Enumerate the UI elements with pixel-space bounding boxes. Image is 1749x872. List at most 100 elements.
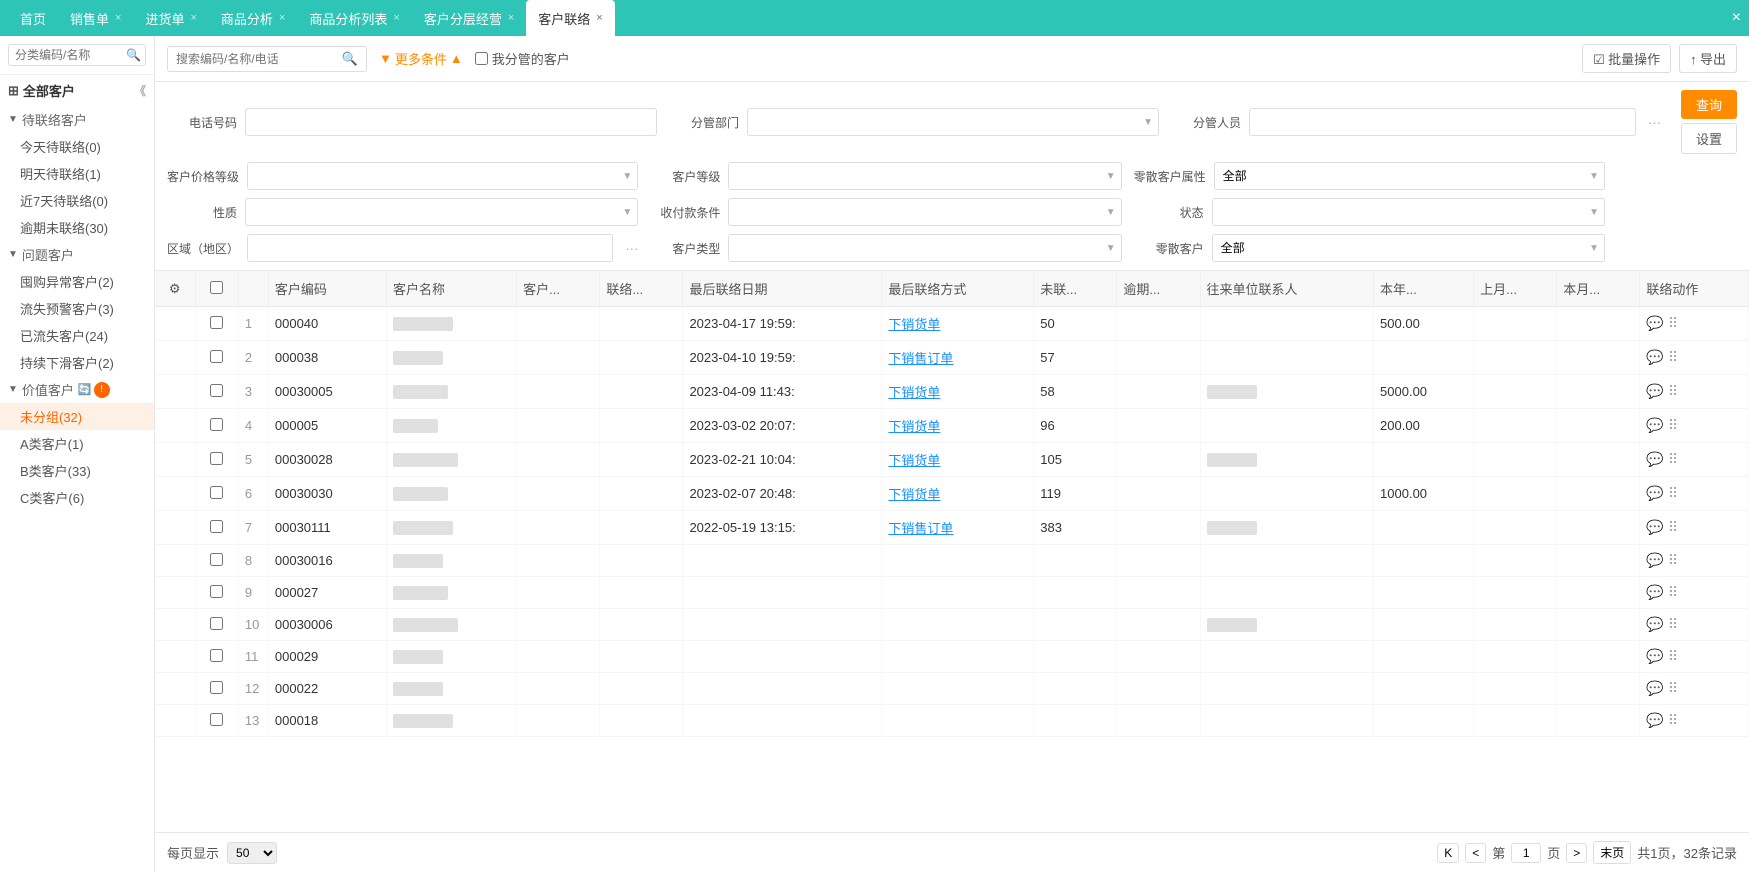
close-tab-purchase[interactable]: × — [190, 12, 196, 24]
sidebar-item-tomorrow[interactable]: 明天待联络(1) — [0, 160, 154, 187]
close-tab-product-analysis[interactable]: × — [279, 12, 285, 24]
last-contact-method-col-header[interactable]: 最后联络方式 — [882, 271, 1034, 307]
last-contact-method-cell[interactable] — [882, 641, 1034, 673]
contact-icon[interactable]: 💬 — [1646, 485, 1663, 502]
last-contact-method-cell[interactable] — [882, 705, 1034, 737]
sidebar-item-churn-warning[interactable]: 流失预警客户(3) — [0, 295, 154, 322]
region-dots-btn[interactable]: ··· — [625, 241, 638, 256]
this-year-col-header[interactable]: 本年... — [1374, 271, 1474, 307]
more-actions-icon[interactable]: ⠿ — [1668, 417, 1678, 434]
query-btn[interactable]: 查询 — [1681, 90, 1737, 119]
checkbox-cell[interactable] — [195, 307, 238, 341]
customer-grade-select[interactable] — [728, 162, 1121, 190]
more-actions-icon[interactable]: ⠿ — [1668, 519, 1678, 536]
page-size-select[interactable]: 50 100 200 — [227, 842, 277, 864]
close-tab-contact[interactable]: × — [596, 12, 602, 24]
last-contact-method-cell[interactable] — [882, 673, 1034, 705]
payment-select[interactable] — [728, 198, 1121, 226]
last-contact-method-cell[interactable]: 下销售订单 — [882, 341, 1034, 375]
checkbox-cell[interactable] — [195, 511, 238, 545]
row-checkbox[interactable] — [210, 617, 223, 630]
price-grade-select[interactable] — [247, 162, 638, 190]
checkbox-cell[interactable] — [195, 477, 238, 511]
name-col-header[interactable]: 客户名称 — [387, 271, 517, 307]
sidebar-collapse-btn[interactable]: 《 — [134, 82, 146, 99]
settings-col-header[interactable]: ⚙ — [155, 271, 195, 307]
last-month-col-header[interactable]: 上月... — [1474, 271, 1557, 307]
retail-customer-select[interactable]: 全部 — [1212, 234, 1605, 262]
export-btn[interactable]: ↑ 导出 — [1679, 44, 1737, 73]
sidebar-item-7days[interactable]: 近7天待联络(0) — [0, 187, 154, 214]
tab-customer-contact[interactable]: 客户联络 × — [526, 0, 614, 36]
contact-icon[interactable]: 💬 — [1646, 648, 1663, 665]
last-contact-method-cell[interactable] — [882, 577, 1034, 609]
batch-operation-btn[interactable]: ☑ 批量操作 — [1582, 44, 1671, 73]
more-actions-icon[interactable]: ⠿ — [1668, 552, 1678, 569]
more-actions-icon[interactable]: ⠿ — [1668, 485, 1678, 502]
checkbox-col-header[interactable] — [195, 271, 238, 307]
tab-product-analysis[interactable]: 商品分析 × — [209, 0, 297, 36]
checkbox-cell[interactable] — [195, 545, 238, 577]
more-actions-icon[interactable]: ⠿ — [1668, 451, 1678, 468]
nature-select[interactable] — [245, 198, 638, 226]
row-checkbox[interactable] — [210, 649, 223, 662]
phone-input[interactable] — [245, 108, 657, 136]
select-all-checkbox[interactable] — [210, 281, 223, 294]
filter-search-icon[interactable]: 🔍 — [342, 51, 358, 67]
row-checkbox[interactable] — [210, 553, 223, 566]
prev-page-btn[interactable]: < — [1465, 843, 1486, 863]
last-contact-method-cell[interactable]: 下销货单 — [882, 477, 1034, 511]
row-checkbox[interactable] — [210, 350, 223, 363]
last-contact-method-cell[interactable]: 下销货单 — [882, 307, 1034, 341]
contact-icon[interactable]: 💬 — [1646, 552, 1663, 569]
group-value-customers[interactable]: ▼ 价值客户 🔄 ! — [0, 376, 154, 403]
sidebar-item-c-class[interactable]: C类客户(6) — [0, 484, 154, 511]
sidebar-item-declining[interactable]: 持续下滑客户(2) — [0, 349, 154, 376]
close-tab-product-list[interactable]: × — [393, 12, 399, 24]
customer-type-select[interactable] — [728, 234, 1121, 262]
close-tab-sales[interactable]: × — [115, 12, 121, 24]
dept-select[interactable] — [747, 108, 1159, 136]
more-actions-icon[interactable]: ⠿ — [1668, 349, 1678, 366]
row-checkbox[interactable] — [210, 418, 223, 431]
last-page-btn[interactable]: 末页 — [1593, 841, 1631, 864]
more-actions-icon[interactable]: ⠿ — [1668, 315, 1678, 332]
this-month-col-header[interactable]: 本月... — [1557, 271, 1640, 307]
last-contact-method-cell[interactable]: 下销货单 — [882, 375, 1034, 409]
more-conditions-btn[interactable]: ▼ 更多条件 ▲ — [379, 49, 463, 68]
manager-input[interactable] — [1249, 108, 1636, 136]
first-page-btn[interactable]: K — [1437, 843, 1459, 863]
last-contact-method-cell[interactable] — [882, 609, 1034, 641]
row-checkbox[interactable] — [210, 452, 223, 465]
checkbox-cell[interactable] — [195, 609, 238, 641]
row-checkbox[interactable] — [210, 316, 223, 329]
last-contact-method-cell[interactable]: 下销货单 — [882, 443, 1034, 477]
contact-icon[interactable]: 💬 — [1646, 315, 1663, 332]
checkbox-cell[interactable] — [195, 641, 238, 673]
all-customers-header[interactable]: ⊞ 全部客户 《 — [0, 75, 154, 106]
checkbox-cell[interactable] — [195, 375, 238, 409]
contact-icon[interactable]: 💬 — [1646, 519, 1663, 536]
contact-col-header[interactable]: 联络... — [600, 271, 683, 307]
next-page-btn[interactable]: > — [1566, 843, 1587, 863]
tab-product-analysis-list[interactable]: 商品分析列表 × — [297, 0, 411, 36]
more-actions-icon[interactable]: ⠿ — [1668, 383, 1678, 400]
last-contact-method-cell[interactable]: 下销售订单 — [882, 511, 1034, 545]
checkbox-cell[interactable] — [195, 673, 238, 705]
type-col-header[interactable]: 客户... — [517, 271, 600, 307]
row-checkbox[interactable] — [210, 585, 223, 598]
more-actions-icon[interactable]: ⠿ — [1668, 648, 1678, 665]
refresh-icon[interactable]: 🔄 — [78, 383, 92, 396]
sidebar-item-b-class[interactable]: B类客户(33) — [0, 457, 154, 484]
checkbox-cell[interactable] — [195, 409, 238, 443]
contact-icon[interactable]: 💬 — [1646, 680, 1663, 697]
checkbox-cell[interactable] — [195, 577, 238, 609]
status-select[interactable] — [1212, 198, 1605, 226]
tab-purchase[interactable]: 进货单 × — [133, 0, 208, 36]
row-checkbox[interactable] — [210, 681, 223, 694]
sidebar-item-a-class[interactable]: A类客户(1) — [0, 430, 154, 457]
contact-icon[interactable]: 💬 — [1646, 584, 1663, 601]
close-tab-segment[interactable]: × — [508, 12, 514, 24]
row-checkbox[interactable] — [210, 486, 223, 499]
page-number-input[interactable] — [1511, 843, 1541, 863]
